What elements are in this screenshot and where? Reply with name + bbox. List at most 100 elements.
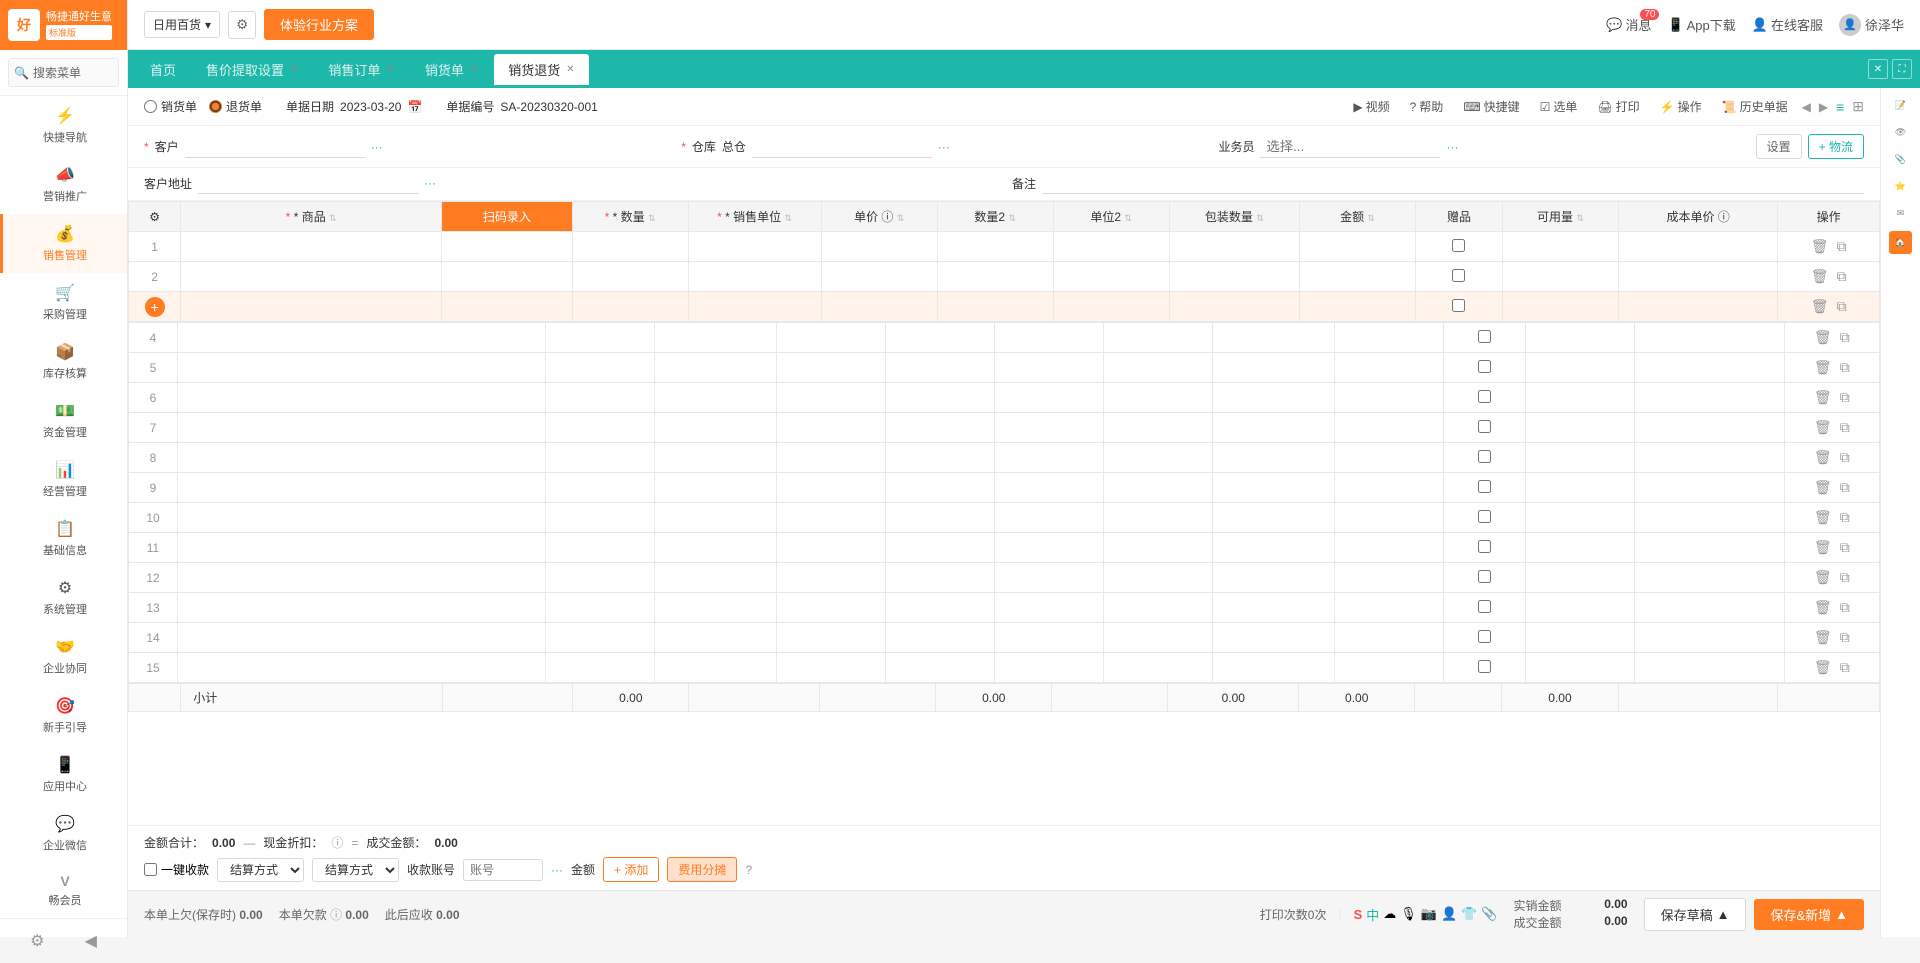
prev-record-btn[interactable]: ◀ (1802, 100, 1811, 114)
message-area[interactable]: 💬 消息 70 (1606, 15, 1651, 34)
sidebar-item-inventory[interactable]: 📦 库存核算 (0, 332, 127, 391)
sidebar-item-system[interactable]: ⚙ 系统管理 (0, 568, 127, 627)
copy-row-btn[interactable]: ⧉ (1838, 627, 1852, 648)
delete-row-btn[interactable]: 🗑 (1812, 447, 1834, 468)
app-download-link[interactable]: 📱 App下载 (1667, 15, 1735, 34)
copy-row-btn[interactable]: ⧉ (1838, 447, 1852, 468)
delete-row-btn[interactable]: 🗑 (1812, 507, 1834, 528)
salesperson-input[interactable] (1260, 136, 1440, 158)
tab-sale-return-close[interactable]: ✕ (566, 64, 574, 75)
grid-view-btn[interactable]: ⊞ (1852, 98, 1864, 115)
gift-checkbox[interactable] (1478, 420, 1491, 433)
gift-checkbox[interactable] (1478, 510, 1491, 523)
goods-input[interactable] (187, 299, 435, 314)
delete-row-btn[interactable]: 🗑 (1812, 597, 1834, 618)
right-panel-attach[interactable]: 📎 (1891, 150, 1910, 169)
sidebar-settings-button[interactable]: ⚙ (28, 929, 46, 953)
print-btn[interactable]: 🖨 打印 (1591, 96, 1645, 117)
sidebar-item-finance[interactable]: 💵 资金管理 (0, 391, 127, 450)
sale-goods-radio[interactable]: 销货单 (144, 98, 197, 115)
sale-return-radio[interactable]: 退货单 (209, 98, 262, 115)
gift-checkbox[interactable] (1478, 600, 1491, 613)
address-select-btn[interactable]: ··· (424, 176, 436, 190)
sidebar-item-marketing[interactable]: 📣 营销推广 (0, 155, 127, 214)
one-click-pay-checkbox[interactable]: 一键收款 (144, 861, 209, 878)
copy-row-btn[interactable]: ⧉ (1838, 387, 1852, 408)
gift-checkbox[interactable] (1452, 239, 1465, 252)
customer-select-btn[interactable]: ··· (371, 140, 383, 154)
video-btn[interactable]: ▶ 视频 (1347, 96, 1395, 117)
delete-row-btn[interactable]: 🗑 (1812, 627, 1834, 648)
online-service-link[interactable]: 👤 在线客服 (1752, 15, 1823, 34)
right-panel-view[interactable]: 👁 (1891, 123, 1910, 142)
list-view-btn[interactable]: ≡ (1836, 99, 1844, 115)
sidebar-item-app[interactable]: 📱 应用中心 (0, 745, 127, 804)
gift-checkbox[interactable] (1478, 360, 1491, 373)
sidebar-item-sales[interactable]: 💰 销售管理 (0, 214, 127, 273)
save-draft-button[interactable]: 保存草稿 ▲ (1644, 898, 1747, 931)
tab-sale-goods[interactable]: 销货单 ✕ (411, 54, 492, 85)
tab-maximize-button[interactable]: ⛶ (1892, 59, 1912, 79)
delete-row-btn[interactable]: 🗑 (1812, 387, 1834, 408)
user-area[interactable]: 👤 徐泽华 (1839, 14, 1904, 36)
delete-row-btn[interactable]: 🗑 (1812, 327, 1834, 348)
gift-checkbox[interactable] (1478, 540, 1491, 553)
gift-checkbox[interactable] (1478, 330, 1491, 343)
settle-method-select[interactable]: 结算方式 (217, 858, 304, 882)
th-scan[interactable]: 扫码录入 (442, 202, 572, 232)
delete-row-btn[interactable]: 🗑 (1809, 236, 1831, 257)
copy-row-btn[interactable]: ⧉ (1838, 357, 1852, 378)
tab-sale-order[interactable]: 销售订单 ✕ (314, 54, 408, 85)
sidebar-item-shortcut[interactable]: ⚡ 快捷导航 (0, 96, 127, 155)
account-select-btn[interactable]: ··· (551, 863, 563, 877)
tab-sale-goods-close[interactable]: ✕ (470, 64, 478, 75)
gift-checkbox[interactable] (1478, 480, 1491, 493)
gift-checkbox[interactable] (1478, 450, 1491, 463)
right-panel-home[interactable]: 🏠 (1889, 231, 1912, 254)
add-logistics-btn[interactable]: + 物流 (1808, 134, 1864, 159)
cash-discount-question[interactable]: ⓘ (331, 834, 343, 851)
gift-checkbox[interactable] (1478, 390, 1491, 403)
delete-row-btn[interactable]: 🗑 (1812, 417, 1834, 438)
copy-row-btn[interactable]: ⧉ (1838, 417, 1852, 438)
expense-split-btn[interactable]: 费用分摊 (667, 857, 737, 882)
sidebar-collapse-button[interactable]: ◀ (83, 929, 99, 953)
copy-row-btn[interactable]: ⧉ (1838, 597, 1852, 618)
remark-input[interactable] (1042, 172, 1864, 194)
gift-checkbox[interactable] (1478, 570, 1491, 583)
salesperson-select-btn[interactable]: ··· (1446, 140, 1458, 154)
copy-row-btn[interactable]: ⧉ (1838, 657, 1852, 678)
sidebar-item-operation[interactable]: 📊 经营管理 (0, 450, 127, 509)
sidebar-item-newbie[interactable]: 🎯 新手引导 (0, 686, 127, 745)
help-btn[interactable]: ? 帮助 (1404, 96, 1450, 117)
history-btn[interactable]: 📜 历史单据 (1716, 96, 1794, 117)
tab-home[interactable]: 首页 (136, 54, 190, 85)
tab-sale-price[interactable]: 售价提取设置 ✕ (192, 54, 312, 85)
address-input[interactable] (198, 172, 418, 194)
copy-row-btn[interactable]: ⧉ (1838, 507, 1852, 528)
split-question-icon[interactable]: ? (745, 863, 752, 877)
th-settings[interactable]: ⚙ (129, 202, 181, 232)
delete-row-btn[interactable]: 🗑 (1812, 357, 1834, 378)
right-panel-notes[interactable]: 📝 (1891, 96, 1910, 115)
next-record-btn[interactable]: ▶ (1819, 100, 1828, 114)
sidebar-item-purchase[interactable]: 🛒 采购管理 (0, 273, 127, 332)
settings-button[interactable]: ⚙ (228, 11, 256, 39)
tab-close-button[interactable]: ✕ (1868, 59, 1888, 79)
sidebar-item-basic[interactable]: 📋 基础信息 (0, 509, 127, 568)
warehouse-select-btn[interactable]: ··· (938, 140, 950, 154)
gift-checkbox[interactable] (1478, 660, 1491, 673)
tab-sale-return[interactable]: 销货退货 ✕ (494, 54, 588, 85)
delete-row-btn[interactable]: 🗑 (1812, 537, 1834, 558)
warehouse-input[interactable] (752, 136, 932, 158)
tab-sale-order-close[interactable]: ✕ (386, 64, 394, 75)
settings-btn[interactable]: 设置 (1756, 134, 1802, 159)
delete-row-btn[interactable]: 🗑 (1809, 266, 1831, 287)
right-panel-message[interactable]: ✉ (1893, 204, 1909, 223)
this-debt-question[interactable]: ⓘ (330, 908, 342, 922)
gift-checkbox[interactable] (1452, 299, 1465, 312)
save-new-button[interactable]: 保存&新增 ▲ (1754, 899, 1864, 930)
copy-row-btn[interactable]: ⧉ (1835, 236, 1849, 257)
delete-row-btn[interactable]: 🗑 (1812, 567, 1834, 588)
copy-row-btn[interactable]: ⧉ (1835, 296, 1849, 317)
